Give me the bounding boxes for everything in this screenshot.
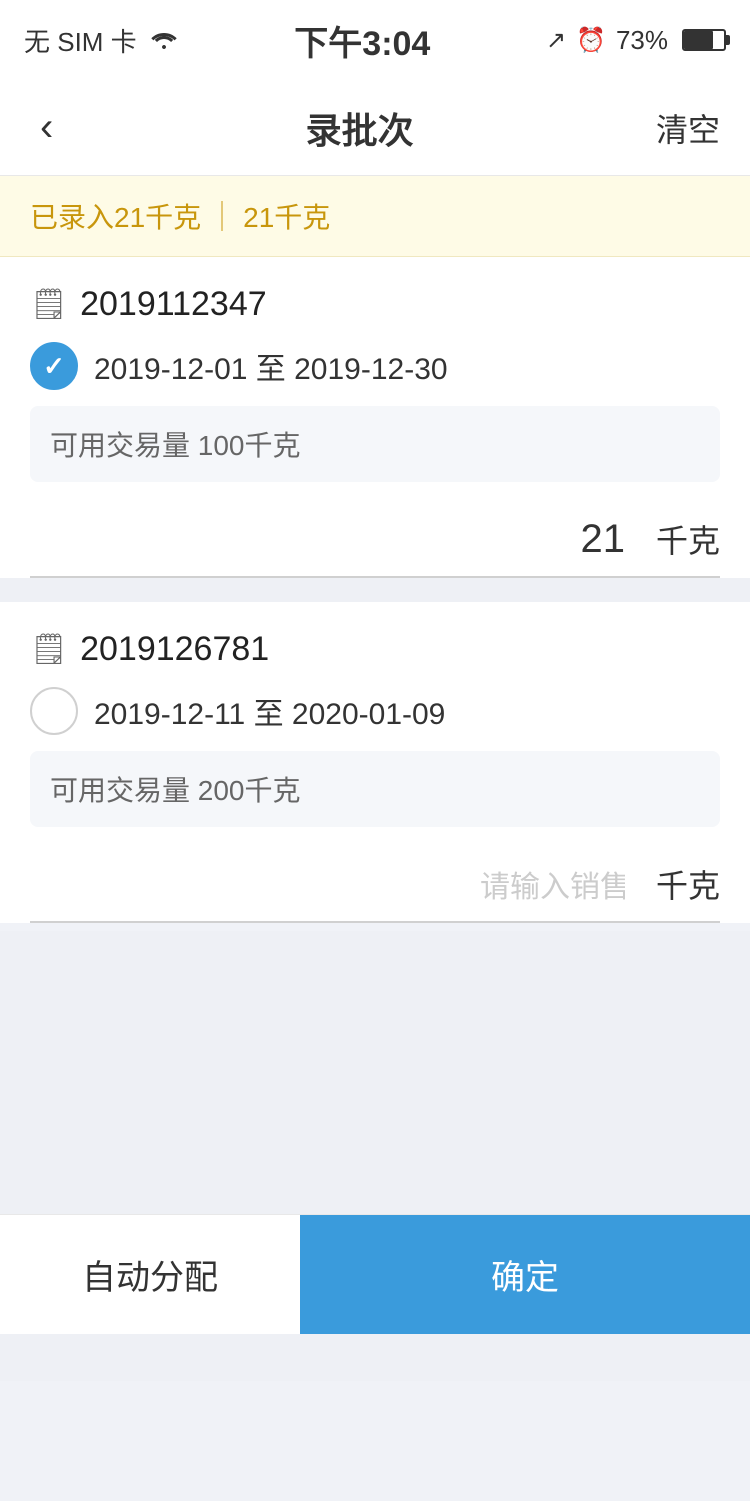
back-button[interactable]: ‹ (30, 95, 63, 160)
clock: 下午3:04 (294, 16, 430, 65)
batch2-id: 2019126781 (80, 630, 269, 669)
nav-bar: ‹ 录批次 清空 (0, 80, 750, 176)
batch2-radio[interactable] (30, 687, 78, 735)
battery-icon (682, 29, 726, 51)
summary-banner: 已录入21千克 21千克 (0, 176, 750, 257)
batch1-quantity-row: 千克 (0, 502, 750, 576)
wifi-icon (149, 25, 179, 56)
recorded-label: 已录入21千克 (30, 196, 201, 236)
batch2-date-range: 2019-12-11 至 2020-01-09 (94, 689, 445, 733)
batch2-unit: 千克 (656, 861, 720, 907)
total-label: 21千克 (243, 196, 330, 236)
batch1-id: 2019112347 (80, 285, 267, 324)
batch1-radio[interactable]: ✓ (30, 342, 78, 390)
auto-distribute-button[interactable]: 自动分配 (0, 1215, 300, 1334)
batch1-unit: 千克 (656, 516, 720, 562)
sim-label: 无 SIM 卡 (24, 22, 137, 59)
battery-label: 73% (616, 25, 668, 56)
batch2-quantity-input[interactable] (480, 862, 640, 907)
batch2-available: 可用交易量 200千克 (30, 751, 720, 827)
batch2-id-icon: 🗒 (30, 632, 68, 667)
batch1-available: 可用交易量 100千克 (30, 406, 720, 482)
bottom-bar: 自动分配 确定 (0, 1214, 750, 1334)
status-bar: 无 SIM 卡 下午3:04 ↗ ⏰ 73% (0, 0, 750, 80)
confirm-button[interactable]: 确定 (300, 1215, 750, 1334)
batch-card-2: 🗒 2019126781 2019-12-11 至 2020-01-09 可用交… (0, 602, 750, 923)
batch2-input-row: 千克 (0, 847, 750, 921)
batch-card-1: 🗒 2019112347 ✓ 2019-12-01 至 2019-12-30 可… (0, 257, 750, 578)
page-title: 录批次 (306, 102, 414, 154)
batch1-quantity-input[interactable] (480, 517, 640, 562)
clear-button[interactable]: 清空 (656, 105, 720, 151)
batch1-id-icon: 🗒 (30, 287, 68, 322)
location-icon: ↗ (546, 26, 566, 55)
alarm-icon: ⏰ (576, 26, 606, 55)
batch1-date-range: 2019-12-01 至 2019-12-30 (94, 344, 448, 388)
